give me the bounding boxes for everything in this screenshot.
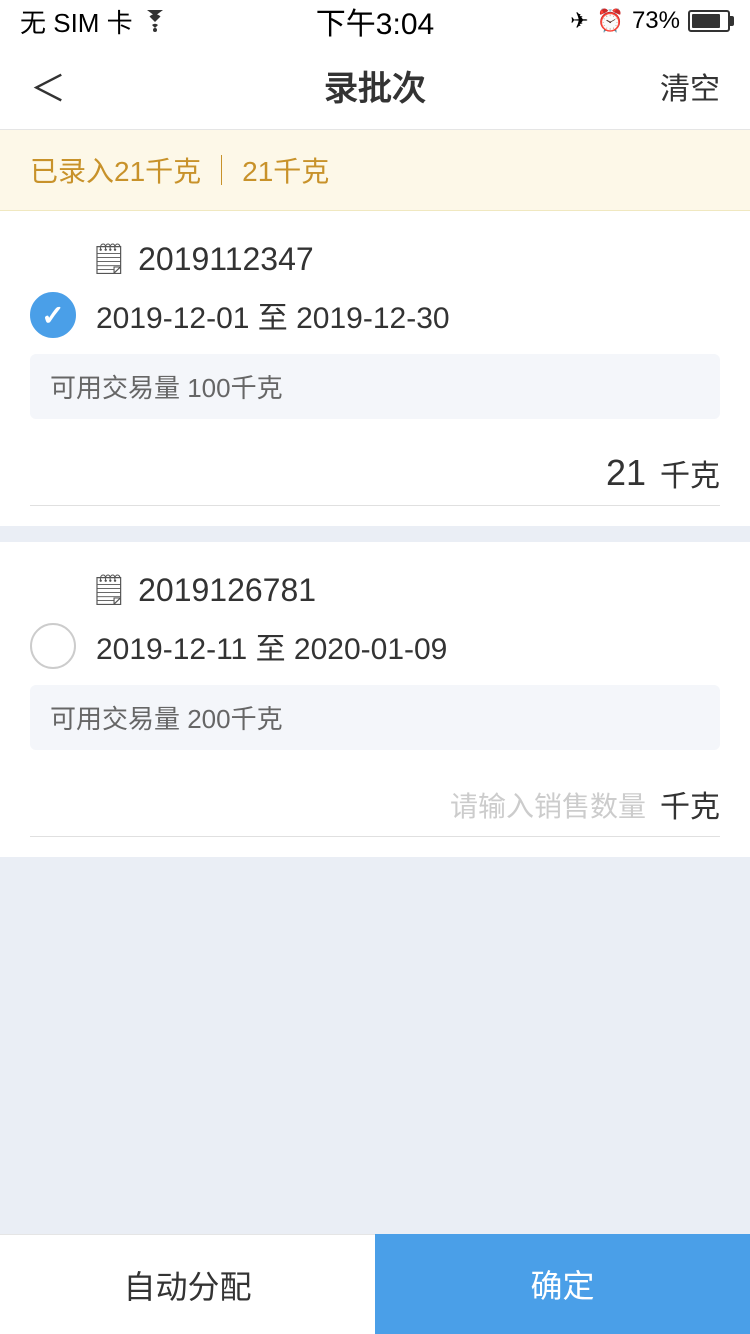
batch-header-2: 🗒 2019126781 bbox=[30, 572, 720, 609]
status-bar-right: ✈ ⏰ 73% bbox=[570, 7, 730, 35]
status-bar: 无 SIM 卡 下午3:04 ✈ ⏰ 73% bbox=[0, 0, 750, 42]
banner-divider bbox=[221, 155, 222, 185]
batch-row-1: 2019-12-01 至 2019-12-30 bbox=[30, 292, 720, 338]
location-icon: ✈ bbox=[570, 8, 588, 34]
batch-id-2: 2019126781 bbox=[138, 572, 316, 609]
wifi-icon bbox=[141, 10, 169, 32]
quantity-row-2: 千克 bbox=[30, 766, 720, 832]
recorded-label: 已录入21千克 bbox=[30, 150, 201, 190]
quantity-divider-2 bbox=[30, 836, 720, 837]
carrier-text: 无 SIM 卡 bbox=[20, 3, 133, 40]
battery-percent: 73% bbox=[632, 7, 680, 35]
nav-bar: ＜ 录批次 清空 bbox=[0, 42, 750, 130]
batch-radio-1[interactable] bbox=[30, 292, 76, 338]
batch-date-1: 2019-12-01 至 2019-12-30 bbox=[96, 293, 450, 337]
batch-id-1: 2019112347 bbox=[138, 241, 314, 278]
page-title: 录批次 bbox=[324, 61, 426, 110]
quantity-input-2[interactable] bbox=[446, 783, 646, 825]
auto-assign-button[interactable]: 自动分配 bbox=[0, 1234, 375, 1334]
status-bar-left: 无 SIM 卡 bbox=[20, 3, 169, 40]
alarm-icon: ⏰ bbox=[597, 8, 624, 34]
quantity-input-1[interactable] bbox=[446, 452, 646, 494]
footer: 自动分配 确定 bbox=[0, 1234, 750, 1334]
confirm-button[interactable]: 确定 bbox=[375, 1234, 750, 1334]
batch-card-1: 🗒 2019112347 2019-12-01 至 2019-12-30 可用交… bbox=[0, 211, 750, 526]
batch-radio-2[interactable] bbox=[30, 623, 76, 669]
quantity-unit-2: 千克 bbox=[660, 782, 720, 826]
batch-date-2: 2019-12-11 至 2020-01-09 bbox=[96, 624, 447, 668]
batch-doc-icon-2: 🗒 bbox=[90, 573, 128, 608]
batch-header-1: 🗒 2019112347 bbox=[30, 241, 720, 278]
batch-available-2: 可用交易量 200千克 bbox=[30, 685, 720, 750]
batch-available-1: 可用交易量 100千克 bbox=[30, 354, 720, 419]
battery-icon bbox=[688, 10, 730, 32]
section-separator bbox=[0, 526, 750, 542]
quantity-row-1: 千克 bbox=[30, 435, 720, 501]
batch-card-2: 🗒 2019126781 2019-12-11 至 2020-01-09 可用交… bbox=[0, 542, 750, 857]
info-banner: 已录入21千克 21千克 bbox=[0, 130, 750, 211]
status-bar-time: 下午3:04 bbox=[316, 0, 434, 43]
batch-row-2: 2019-12-11 至 2020-01-09 bbox=[30, 623, 720, 669]
clear-button[interactable]: 清空 bbox=[660, 64, 720, 108]
back-button[interactable]: ＜ bbox=[30, 60, 66, 112]
batch-doc-icon-1: 🗒 bbox=[90, 242, 128, 277]
quantity-unit-1: 千克 bbox=[660, 451, 720, 495]
recorded-value: 21千克 bbox=[242, 150, 329, 190]
quantity-divider-1 bbox=[30, 505, 720, 506]
